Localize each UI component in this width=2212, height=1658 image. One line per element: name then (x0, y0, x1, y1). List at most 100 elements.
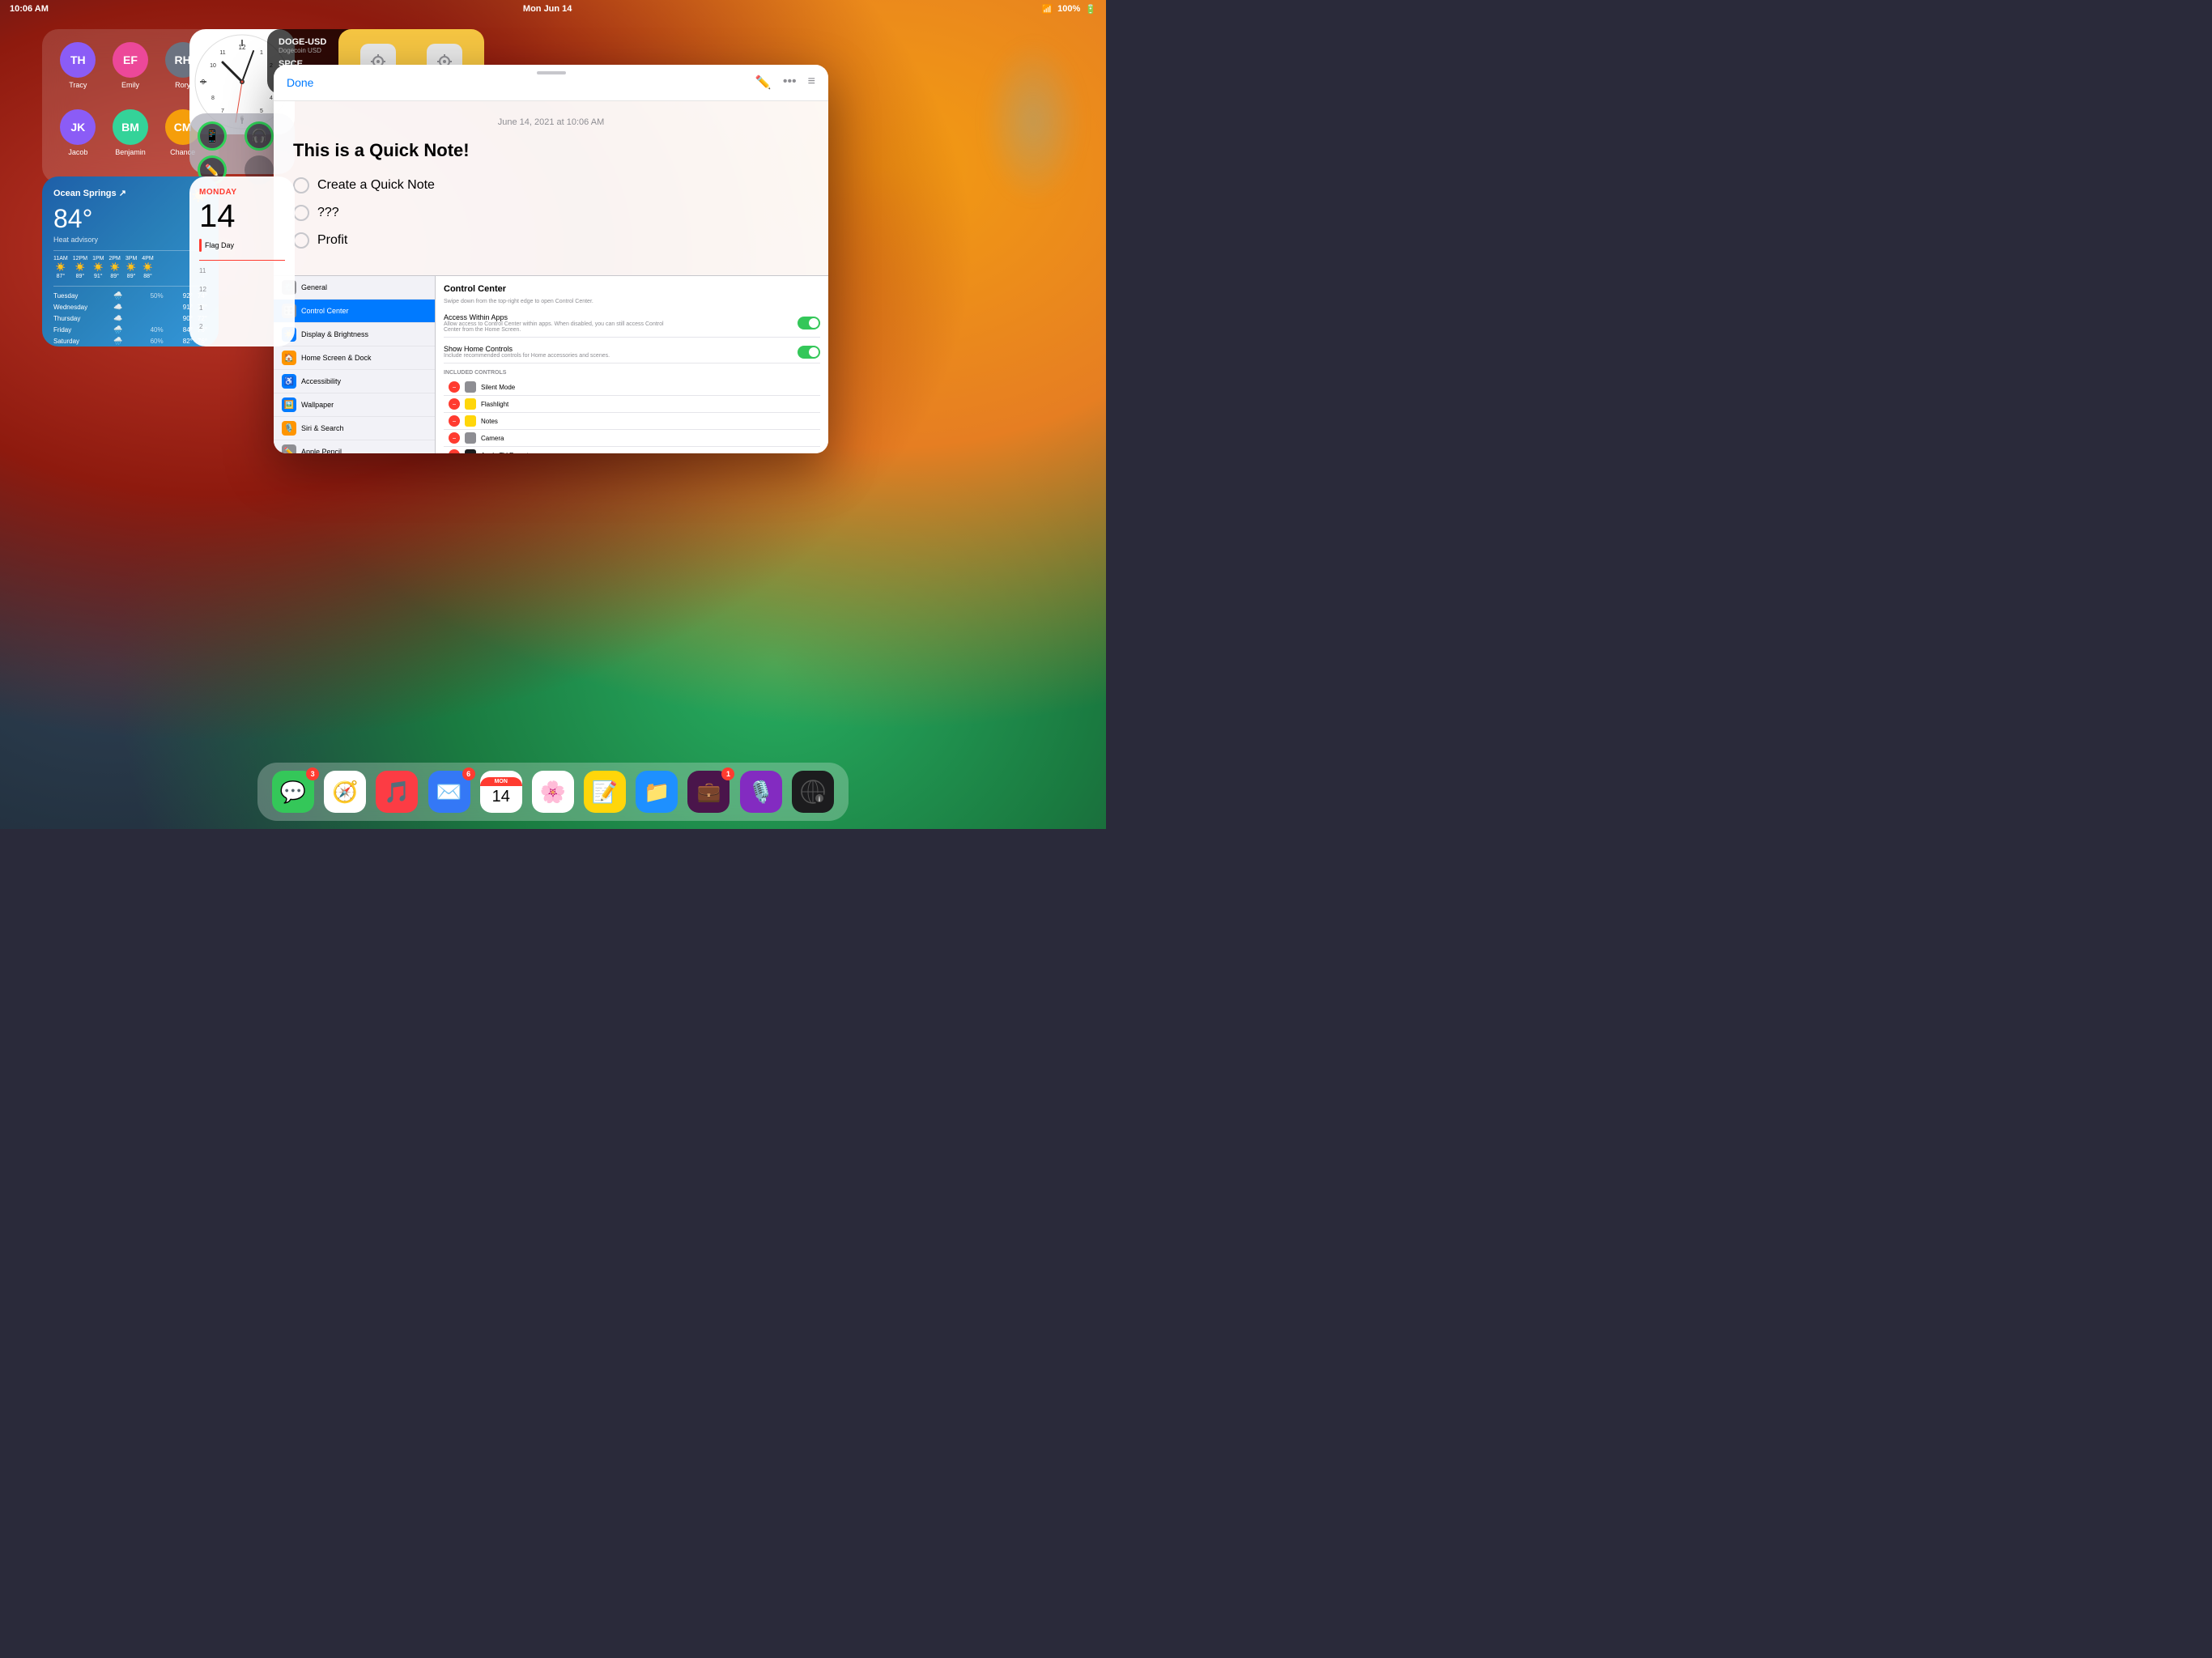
dock-podcasts[interactable]: 🎙️ (740, 771, 782, 813)
settings-row-home: Show Home Controls Include recommended c… (444, 341, 820, 363)
weather-hour-3: 2PM ☀️ 89° (108, 256, 120, 279)
home-controls-desc: Include recommended controls for Home ac… (444, 353, 610, 359)
settings-label-homescreen: Home Screen & Dock (301, 354, 372, 362)
notes-icon[interactable]: 📝 (584, 771, 626, 813)
dock-music[interactable]: 🎵 (376, 771, 418, 813)
contact-avatar-bm: BM (113, 109, 148, 145)
weather-hour-0: 11AM ☀️ 87° (53, 256, 68, 279)
settings-item-general[interactable]: ⚙️ General (274, 276, 435, 300)
home-toggle[interactable] (798, 346, 820, 359)
note-list-icon[interactable]: ≡ (808, 74, 815, 91)
contact-name-benjamin: Benjamin (115, 148, 146, 156)
weather-day-thu: Thursday ☁️ 90° 72° (53, 314, 207, 323)
stock-symbol-doge: DOGE-USD (279, 37, 326, 47)
show-home-controls-label: Show Home Controls (444, 345, 610, 353)
cc-headphones-btn[interactable]: 🎧 (245, 121, 274, 151)
settings-main-title: Control Center (444, 284, 820, 294)
note-done-button[interactable]: Done (287, 76, 313, 89)
included-controls-header: INCLUDED CONTROLS (444, 370, 820, 376)
cc-ipad-btn[interactable]: 📱 (198, 121, 227, 151)
contact-jacob[interactable]: JK Jacob (55, 109, 101, 170)
settings-row-access: Access Within Apps Allow access to Contr… (444, 309, 820, 338)
settings-item-control-center[interactable]: 🎛️ Control Center (274, 300, 435, 323)
settings-item-pencil[interactable]: ✏️ Apple Pencil (274, 440, 435, 453)
settings-item-siri[interactable]: 🎙️ Siri & Search (274, 417, 435, 440)
access-toggle[interactable] (798, 317, 820, 329)
svg-text:10: 10 (210, 63, 216, 69)
dock-files[interactable]: 📁 (636, 771, 678, 813)
files-icon[interactable]: 📁 (636, 771, 678, 813)
dock-notes[interactable]: 📝 (584, 771, 626, 813)
control-atv[interactable]: − Apple TV Remote (444, 447, 820, 453)
cal-time-1: 1 (199, 304, 285, 312)
dock-mail[interactable]: ✉️ 6 (428, 771, 470, 813)
dock-safari[interactable]: 🧭 (324, 771, 366, 813)
settings-item-wallpaper[interactable]: 🖼️ Wallpaper (274, 393, 435, 417)
weather-hour-5: 4PM ☀️ 88° (142, 256, 153, 279)
dock-browser[interactable]: i (792, 771, 834, 813)
contact-name-rory: Rory (175, 81, 190, 89)
weather-day-wed: Wednesday ☁️ 91° 72° (53, 303, 207, 312)
status-date: Mon Jun 14 (523, 4, 572, 14)
control-remove-btn-5[interactable]: − (449, 449, 460, 453)
control-notes[interactable]: − Notes (444, 413, 820, 430)
messages-badge: 3 (306, 767, 319, 780)
contact-emily[interactable]: EF Emily (108, 42, 154, 103)
svg-text:12: 12 (239, 44, 246, 51)
dock-photos[interactable]: 🌸 (532, 771, 574, 813)
cal-event-name: Flag Day (205, 241, 234, 249)
control-remove-btn-3[interactable]: − (449, 415, 460, 427)
weather-daily: Tuesday 🌧️ 50% 92° 74° Wednesday ☁️ 91° … (53, 286, 207, 346)
note-checkbox-2[interactable] (293, 232, 309, 249)
note-edit-icon[interactable]: ✏️ (755, 74, 772, 91)
status-time: 10:06 AM (10, 4, 49, 14)
weather-hourly: 11AM ☀️ 87° 12PM ☀️ 89° 1PM ☀️ 91° 2PM ☀… (53, 250, 207, 279)
control-remove-btn-2[interactable]: − (449, 398, 460, 410)
settings-item-homescreen[interactable]: 🏠 Home Screen & Dock (274, 346, 435, 370)
contact-name-jacob: Jacob (68, 148, 87, 156)
weather-advisory: Heat advisory (53, 236, 207, 244)
contact-avatar-jk: JK (60, 109, 96, 145)
settings-item-display[interactable]: ☀️ Display & Brightness (274, 323, 435, 346)
contact-tracy[interactable]: TH Tracy (55, 42, 101, 103)
photos-icon[interactable]: 🌸 (532, 771, 574, 813)
settings-item-accessibility[interactable]: ♿ Accessibility (274, 370, 435, 393)
note-item-text-0: Create a Quick Note (317, 178, 435, 193)
browser-icon[interactable]: i (792, 771, 834, 813)
cal-time-11: 11 (199, 267, 285, 274)
status-bar: 10:06 AM Mon Jun 14 📶 100% 🔋 (0, 0, 1106, 18)
control-flashlight[interactable]: − Flashlight (444, 396, 820, 413)
music-icon[interactable]: 🎵 (376, 771, 418, 813)
svg-text:i: i (819, 796, 820, 803)
dock-messages[interactable]: 💬 3 (272, 771, 314, 813)
control-camera[interactable]: − Camera (444, 430, 820, 447)
settings-access-label: Access Within Apps Allow access to Contr… (444, 313, 670, 333)
calendar-widget: MONDAY 14 Flag Day 11 12 1 2 (189, 176, 295, 346)
control-silent-mode[interactable]: − Silent Mode (444, 379, 820, 396)
settings-icon-wallpaper: 🖼️ (282, 397, 296, 412)
control-remove-btn[interactable]: − (449, 381, 460, 393)
podcasts-icon[interactable]: 🎙️ (740, 771, 782, 813)
control-remove-btn-4[interactable]: − (449, 432, 460, 444)
note-content: June 14, 2021 at 10:06 AM This is a Quic… (274, 101, 828, 276)
svg-text:9: 9 (202, 79, 206, 86)
note-more-icon[interactable]: ••• (783, 74, 797, 91)
access-desc: Allow access to Control Center within ap… (444, 321, 670, 333)
cal-date: 14 (199, 200, 285, 232)
weather-day-tue: Tuesday 🌧️ 50% 92° 74° (53, 291, 207, 300)
control-icon-camera (465, 432, 476, 444)
calendar-icon[interactable]: MON 14 (480, 771, 522, 813)
note-item-text-2: Profit (317, 233, 347, 248)
dock-calendar[interactable]: MON 14 (480, 771, 522, 813)
svg-text:8: 8 (211, 96, 215, 101)
wifi-icon: 📶 (1041, 4, 1053, 15)
control-icon-notes (465, 415, 476, 427)
safari-icon[interactable]: 🧭 (324, 771, 366, 813)
contact-benjamin[interactable]: BM Benjamin (108, 109, 154, 170)
note-checkbox-1[interactable] (293, 205, 309, 221)
note-header-icons: ✏️ ••• ≡ (755, 74, 815, 91)
dock-slack[interactable]: 💼 1 (687, 771, 730, 813)
note-checkbox-0[interactable] (293, 177, 309, 193)
control-icon-silent (465, 381, 476, 393)
note-title: This is a Quick Note! (293, 140, 809, 161)
